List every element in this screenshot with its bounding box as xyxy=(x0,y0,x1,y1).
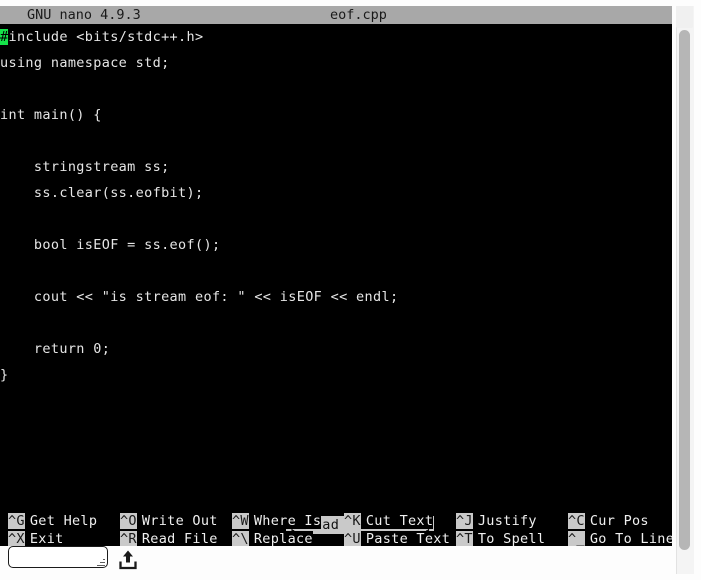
editor-buffer[interactable]: #include <bits/stdc++.h> using namespace … xyxy=(0,24,672,486)
editor-line-text: cout << "is stream eof: " << isEOF << en… xyxy=(0,289,399,305)
shortcut-replace[interactable]: ^\ Replace xyxy=(232,530,313,546)
shortcut-key-badge: ^C xyxy=(568,513,585,529)
shortcut-justify[interactable]: ^J Justify xyxy=(456,512,537,530)
editor-line-text: bool isEOF = ss.eof(); xyxy=(0,237,221,253)
upload-icon[interactable] xyxy=(117,549,139,571)
vertical-scrollbar-thumb[interactable] xyxy=(679,30,690,550)
shortcut-label: Where Is xyxy=(248,513,322,529)
editor-line-text: } xyxy=(0,367,9,383)
editor-line-text: return 0; xyxy=(0,341,111,357)
shortcut-key-badge: ^T xyxy=(456,531,473,546)
shortcut-write-out[interactable]: ^O Write Out xyxy=(120,512,218,530)
editor-line[interactable]: } xyxy=(0,362,8,388)
shortcut-label: Paste Text xyxy=(360,531,451,546)
editor-line[interactable]: stringstream ss; xyxy=(0,154,170,180)
editor-line[interactable]: int main() { xyxy=(0,102,102,128)
shortcut-cur-pos[interactable]: ^C Cur Pos xyxy=(568,512,649,530)
shortcut-where-is[interactable]: ^W Where Is xyxy=(232,512,322,530)
nano-terminal-window[interactable]: GNU nano 4.9.3 eof.cpp #include <bits/st… xyxy=(0,6,672,546)
shortcut-key-badge: ^R xyxy=(120,531,137,546)
shortcut-label: Replace xyxy=(248,531,313,546)
shortcut-label: Cur Pos xyxy=(584,513,649,529)
editor-line[interactable]: using namespace std; xyxy=(0,50,170,76)
shortcut-exit[interactable]: ^X Exit xyxy=(8,530,64,546)
shortcut-key-badge: ^W xyxy=(232,513,249,529)
shortcut-key-badge: ^_ xyxy=(568,531,585,546)
shortcut-label: Go To Line xyxy=(584,531,672,546)
shortcut-go-to-line[interactable]: ^_ Go To Line xyxy=(568,530,672,546)
page-backdrop: GNU nano 4.9.3 eof.cpp #include <bits/st… xyxy=(0,0,701,580)
shortcut-key-badge: ^\ xyxy=(232,531,249,546)
shortcut-to-spell[interactable]: ^T To Spell xyxy=(456,530,546,546)
editor-line-text: using namespace std; xyxy=(0,55,170,71)
shortcut-key-badge: ^O xyxy=(120,513,137,529)
shortcut-label: Cut Text xyxy=(360,513,434,529)
shortcut-label: To Spell xyxy=(472,531,546,546)
editor-line-text: stringstream ss; xyxy=(0,159,170,175)
nano-filename-label: eof.cpp xyxy=(330,7,387,23)
nano-titlebar: GNU nano 4.9.3 eof.cpp xyxy=(0,6,672,24)
shortcut-row-1: ^G Get Help ^O Write Out ^W Where Is ^K Cut Tex… xyxy=(0,512,672,530)
editor-line-text: include <bits/stdc++.h> xyxy=(8,29,204,45)
editor-line-text: int main() { xyxy=(0,107,102,123)
shortcut-label: Exit xyxy=(24,531,64,546)
shortcut-key-badge: ^X xyxy=(8,531,25,546)
shortcut-get-help[interactable]: ^G Get Help xyxy=(8,512,98,530)
shortcut-cut-text[interactable]: ^K Cut Text xyxy=(344,512,434,530)
editor-line[interactable]: bool isEOF = ss.eof(); xyxy=(0,232,220,258)
editor-line[interactable]: return 0; xyxy=(0,336,110,362)
resize-grip-icon[interactable] xyxy=(96,557,105,566)
nano-version-label: GNU nano 4.9.3 xyxy=(27,7,141,23)
shortcut-label: Read File xyxy=(136,531,218,546)
shortcut-key-bar: ^G Get Help ^O Write Out ^W Where Is ^K Cut Tex… xyxy=(0,512,672,546)
shortcut-key-badge: ^U xyxy=(344,531,361,546)
editor-line-text: ss.clear(ss.eofbit); xyxy=(0,185,204,201)
shortcut-label: Get Help xyxy=(24,513,98,529)
shortcut-label: Write Out xyxy=(136,513,218,529)
shortcut-paste-text[interactable]: ^U Paste Text xyxy=(344,530,451,546)
shortcut-key-badge: ^J xyxy=(456,513,473,529)
editor-line[interactable]: ss.clear(ss.eofbit); xyxy=(0,180,203,206)
shortcut-label: Justify xyxy=(472,513,537,529)
shortcut-key-badge: ^G xyxy=(8,513,25,529)
editor-line[interactable]: #include <bits/stdc++.h> xyxy=(0,24,203,50)
editor-line[interactable]: cout << "is stream eof: " << isEOF << en… xyxy=(0,284,398,310)
vertical-scrollbar-cap xyxy=(676,6,693,28)
paste-here-input[interactable]: Paste Here xyxy=(8,546,108,568)
shortcut-row-2: ^X Exit ^R Read File ^\ Replace ^U Paste Text ^T… xyxy=(0,530,672,546)
shortcut-read-file[interactable]: ^R Read File xyxy=(120,530,218,546)
shortcut-key-badge: ^K xyxy=(344,513,361,529)
